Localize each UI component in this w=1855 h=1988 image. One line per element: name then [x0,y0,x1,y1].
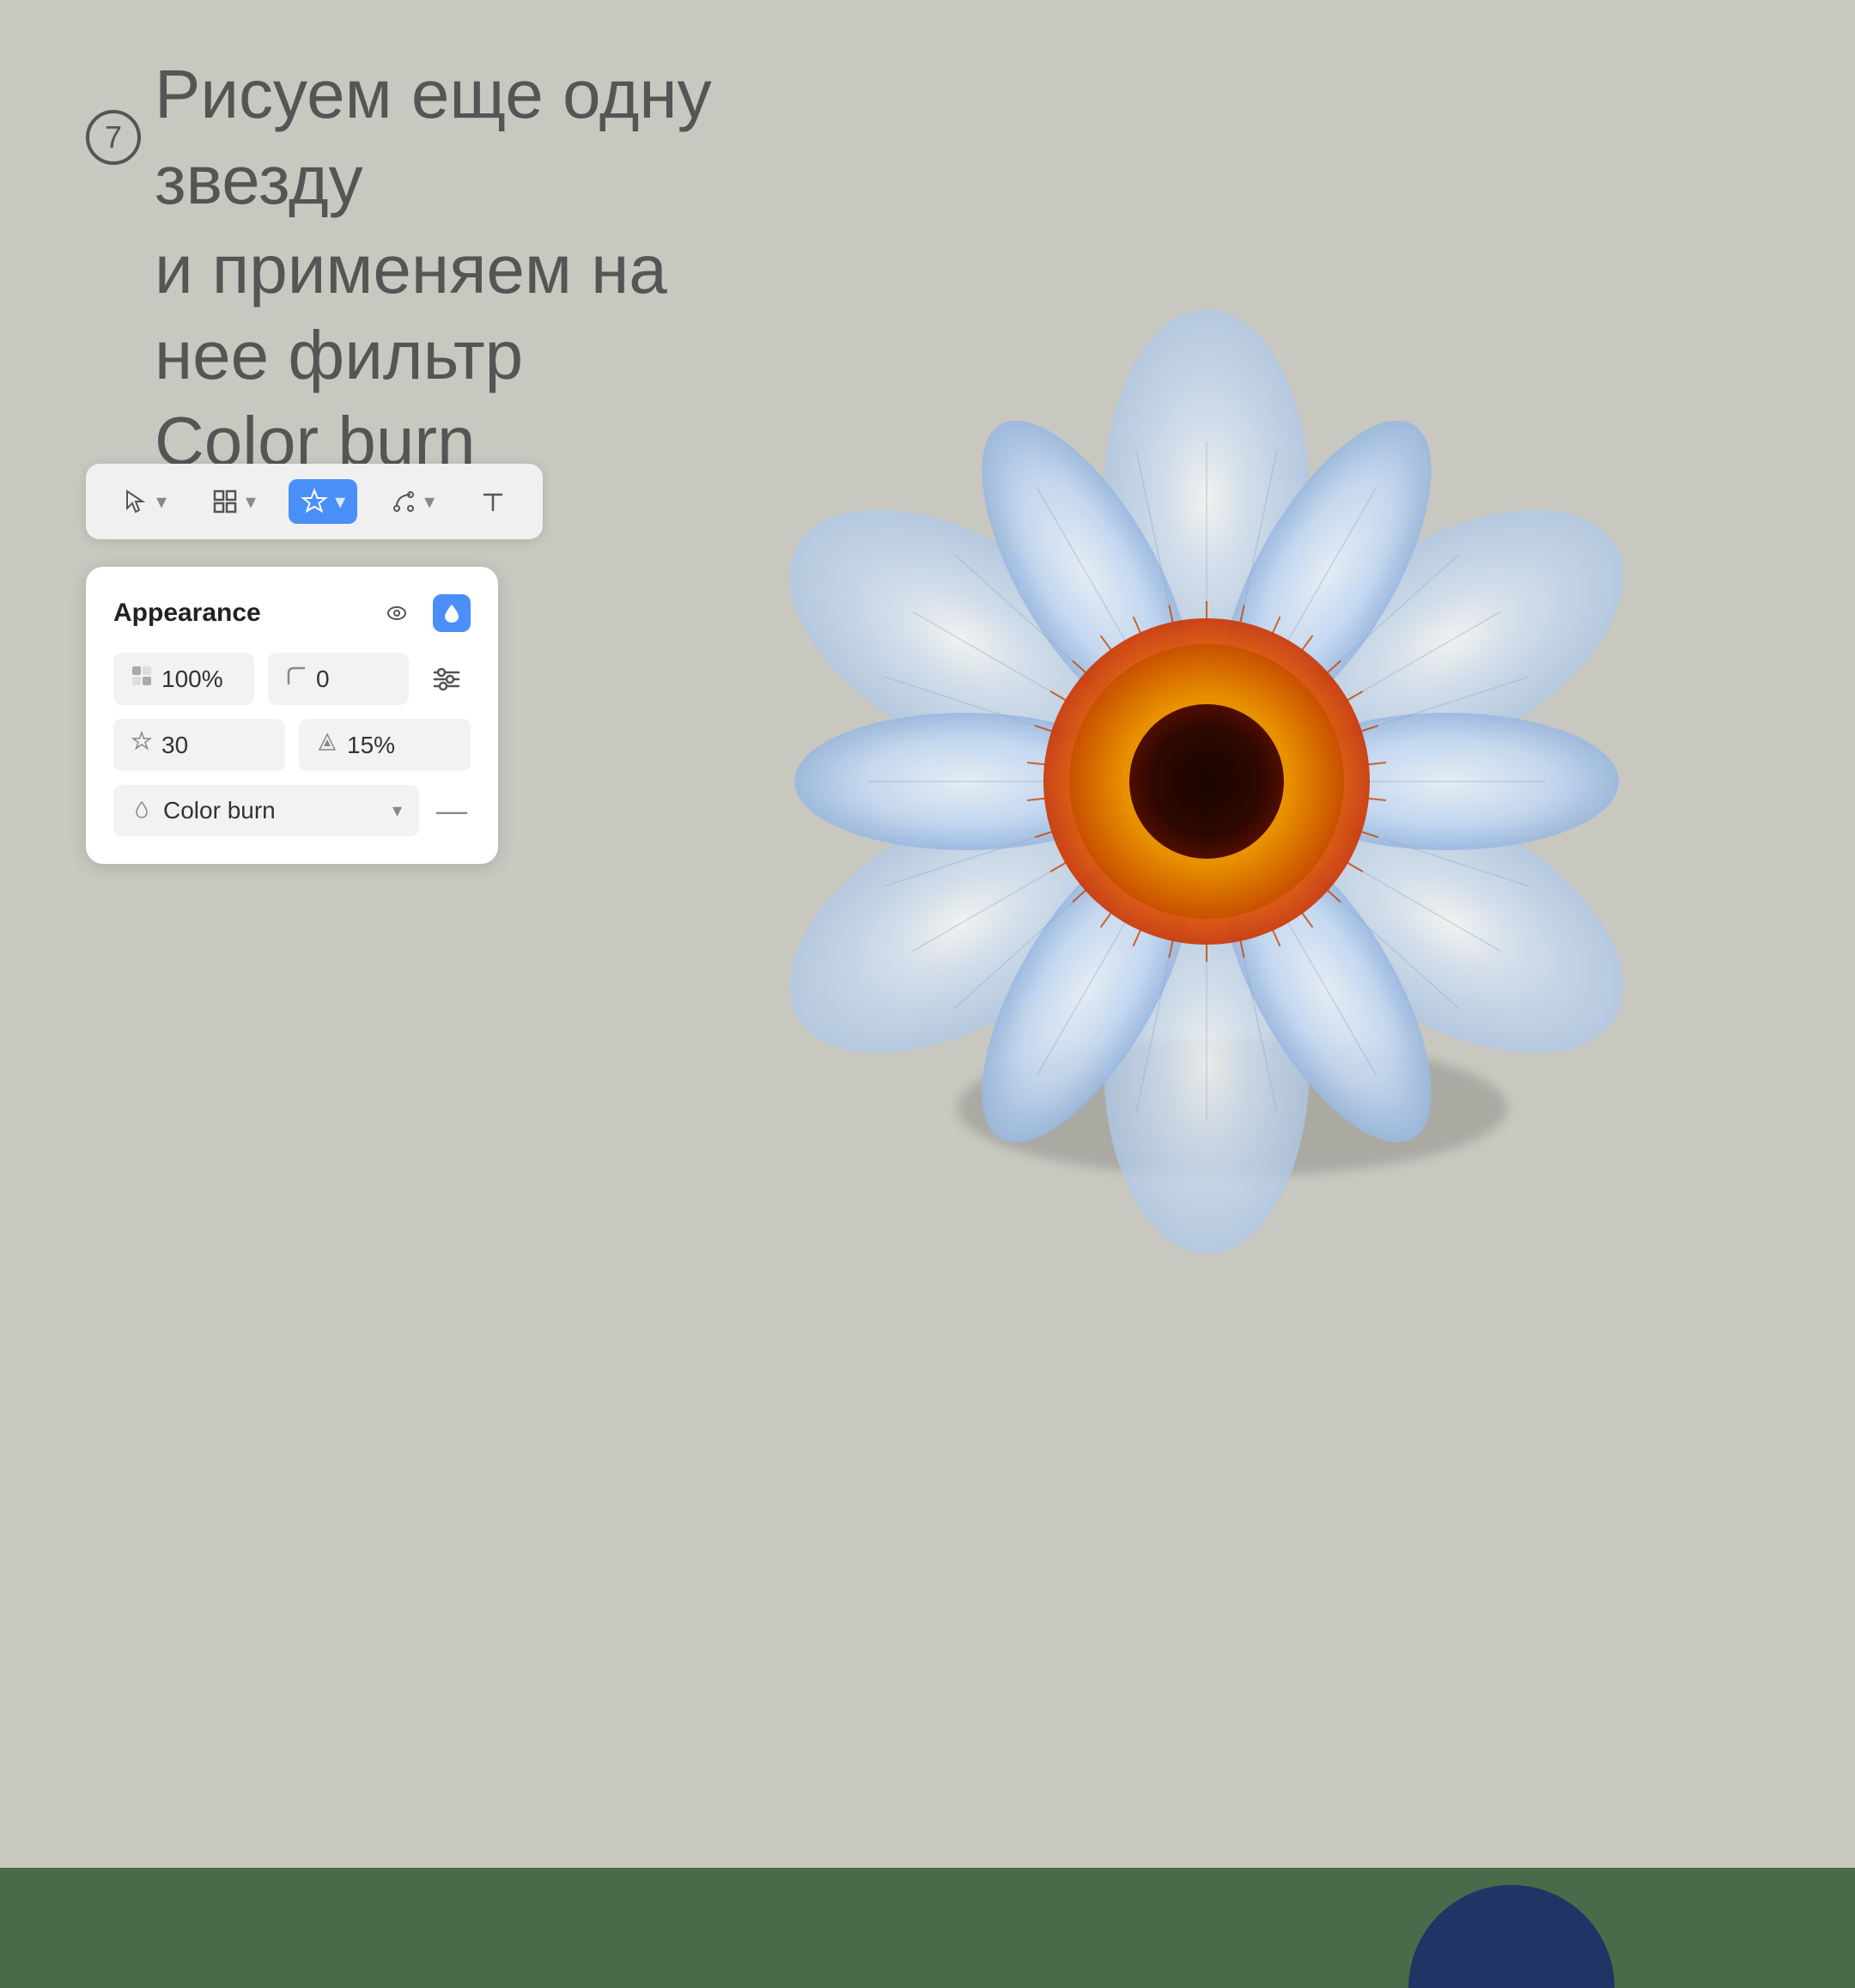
adjustments-button[interactable] [423,653,471,705]
panel-row-2: 30 15% [113,719,471,771]
flower-illustration [670,309,1743,1683]
select-tool[interactable]: ▾ [110,479,179,524]
title-line2: и применяем на нее фильтр [155,231,667,393]
star-small-icon [131,731,153,753]
text-tool[interactable] [467,479,519,524]
star-tool[interactable]: ▾ [289,479,357,524]
blend-icon [131,799,153,822]
blend-chevron-icon: ▾ [392,799,402,822]
points-field[interactable]: 30 [113,719,285,771]
bottom-flower-peek [1340,1868,1683,1988]
frame-chevron: ▾ [246,489,256,514]
corner-field[interactable]: 0 [268,653,409,705]
corner-radius-icon [285,665,307,687]
points-value: 30 [161,732,188,759]
corner-value: 0 [316,666,330,693]
appearance-panel: Appearance [86,567,498,864]
panel-row-1: 100% 0 [113,653,471,705]
ratio-value: 15% [347,732,395,759]
frame-icon [211,488,239,515]
cursor-icon [122,488,149,515]
opacity-icon [131,665,153,693]
toolbar: ▾ ▾ ▾ ▾ [86,464,543,539]
step-number: 7 [86,110,141,165]
title-area: 7 Рисуем еще одну звезду и применяем на … [86,52,730,484]
panel-icon-group [378,594,471,632]
opacity-value: 100% [161,666,223,693]
pen-icon [390,488,417,515]
flower-svg [734,309,1679,1254]
corner-icon [285,665,307,693]
pen-tool[interactable]: ▾ [378,479,447,524]
opacity-field[interactable]: 100% [113,653,254,705]
remove-blend-button[interactable]: — [433,793,471,829]
ratio-icon [316,731,338,753]
points-icon [131,731,153,759]
ratio-icon [316,731,338,759]
text-icon [479,488,507,515]
frame-tool[interactable]: ▾ [199,479,268,524]
star-chevron: ▾ [335,489,345,514]
bottom-bar [0,1868,1855,1988]
visibility-button[interactable] [378,594,416,632]
fill-icon [440,601,464,625]
grid-small-icon [131,665,153,687]
blend-row: Color burn ▾ — [113,785,471,836]
blend-mode-select[interactable]: Color burn ▾ [113,785,419,836]
panel-title: Appearance [113,599,261,628]
panel-header: Appearance [113,594,471,632]
star-icon [301,488,328,515]
title-line1: Рисуем еще одну звезду [155,52,730,223]
ratio-field[interactable]: 15% [299,719,471,771]
blend-mode-label: Color burn [163,797,382,824]
fill-button[interactable] [433,594,471,632]
sliders-icon [431,664,462,695]
select-chevron: ▾ [156,489,167,514]
pen-chevron: ▾ [424,489,435,514]
eye-icon [385,601,409,625]
